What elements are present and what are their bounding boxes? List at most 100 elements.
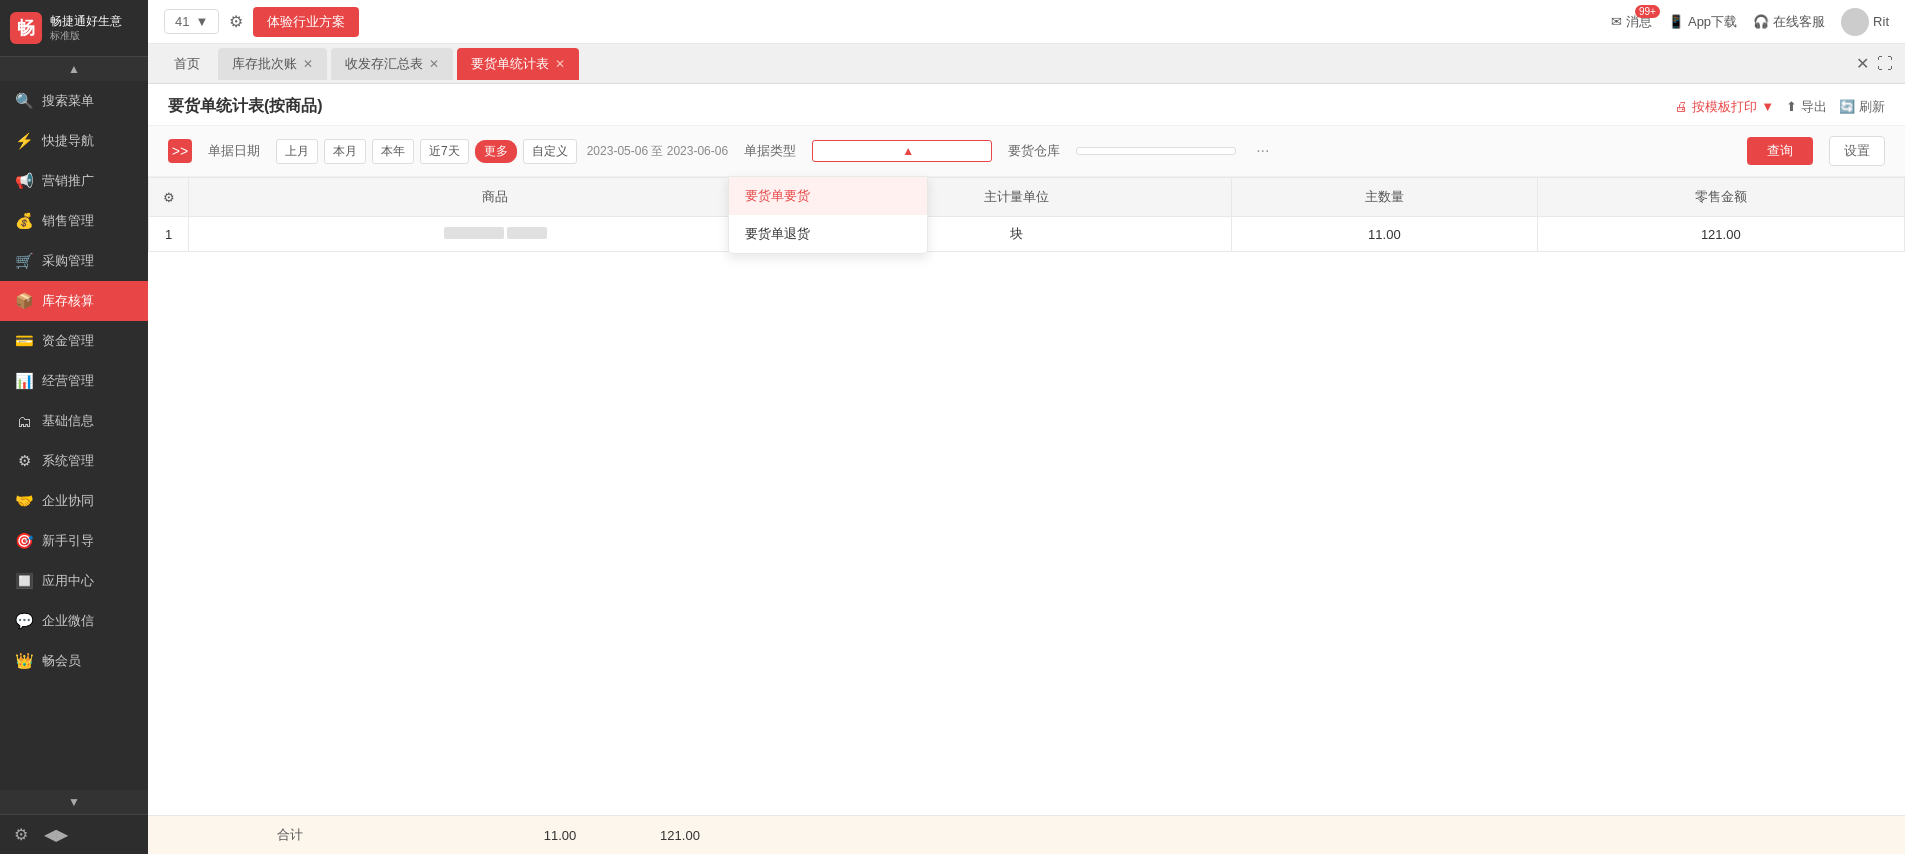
sidebar-item-member[interactable]: 👑 畅会员 [0,641,148,681]
logo-text: 畅捷通好生意 标准版 [50,13,122,44]
table-settings-col[interactable]: ⚙ [149,178,189,217]
scroll-down-btn[interactable]: ▼ [0,790,148,814]
query-btn[interactable]: 查询 [1747,137,1813,165]
refresh-btn[interactable]: 🔄 刷新 [1839,98,1885,116]
table-header-amount: 零售金额 [1537,178,1904,217]
phone-icon: 📱 [1668,14,1684,29]
type-dropdown: 要货单要货 要货单退货 [728,176,928,254]
dropdown-item-return[interactable]: 要货单退货 [729,215,927,253]
chevron-down-icon: ▼ [195,14,208,29]
table-header-quantity: 主数量 [1232,178,1537,217]
tab-goods-stats[interactable]: 要货单统计表 ✕ [457,48,579,80]
date-this-year-btn[interactable]: 本年 [372,139,414,164]
date-this-month-btn[interactable]: 本月 [324,139,366,164]
message-btn[interactable]: ✉ 消息 99+ [1611,13,1652,31]
tab-batch[interactable]: 库存批次账 ✕ [218,48,327,80]
tab-goods-stats-label: 要货单统计表 [471,55,549,73]
message-icon: ✉ [1611,14,1622,29]
printer-icon: 🖨 [1675,99,1688,114]
tab-summary[interactable]: 收发存汇总表 ✕ [331,48,453,80]
sidebar-item-label: 经营管理 [42,372,94,390]
tabs-right-actions: ✕ ⛶ [1856,54,1893,73]
table-footer: 合计 11.00 121.00 [148,815,1905,854]
warehouse-filter-input[interactable] [1076,147,1236,155]
money-icon: 💰 [14,211,34,231]
trial-btn[interactable]: 体验行业方案 [253,7,359,37]
sidebar-item-label: 采购管理 [42,252,94,270]
sidebar-item-inventory[interactable]: 📦 库存核算 [0,281,148,321]
user-avatar[interactable]: Rit [1841,8,1889,36]
export-btn[interactable]: ⬆ 导出 [1786,98,1827,116]
date-7days-btn[interactable]: 近7天 [420,139,469,164]
date-last-month-btn[interactable]: 上月 [276,139,318,164]
date-group: 上月 本月 本年 近7天 更多 自定义 2023-05-06 至 2023-06… [276,139,728,164]
dropdown-item-order[interactable]: 要货单要货 [729,177,927,215]
sidebar-item-guide[interactable]: 🎯 新手引导 [0,521,148,561]
lightning-icon: ⚡ [14,131,34,151]
collapse-icon[interactable]: ◀▶ [44,825,68,844]
sidebar-item-purchase[interactable]: 🛒 采购管理 [0,241,148,281]
box-icon: 📦 [14,291,34,311]
print-btn[interactable]: 🖨 按模板打印 ▼ [1675,98,1774,116]
sidebar-item-label: 库存核算 [42,292,94,310]
page-title: 要货单统计表(按商品) [168,96,323,117]
sidebar-item-label: 销售管理 [42,212,94,230]
date-more-btn[interactable]: 更多 [475,140,517,163]
chevron-right-icon: >> [172,143,188,159]
type-filter-input[interactable]: ▲ [812,140,992,162]
sidebar-item-enterprise[interactable]: 🤝 企业协同 [0,481,148,521]
sidebar-item-system[interactable]: ⚙ 系统管理 [0,441,148,481]
topbar-gear-icon[interactable]: ⚙ [229,12,243,31]
folder-icon: 🗂 [14,411,34,431]
topbar: 41 ▼ ⚙ 体验行业方案 ✉ 消息 99+ 📱 App下载 🎧 在线客服 R [148,0,1905,44]
online-service-label: 在线客服 [1773,13,1825,31]
sidebar-item-sales[interactable]: 💰 销售管理 [0,201,148,241]
grid-icon: 🔲 [14,571,34,591]
store-selector[interactable]: 41 ▼ [164,9,219,34]
sidebar-item-label: 新手引导 [42,532,94,550]
footer-total-label: 合计 [160,826,380,844]
filter-settings-btn[interactable]: 设置 [1829,136,1885,166]
main-area: 41 ▼ ⚙ 体验行业方案 ✉ 消息 99+ 📱 App下载 🎧 在线客服 R [148,0,1905,854]
settings-bottom-icon[interactable]: ⚙ [14,825,28,844]
sidebar-item-basic[interactable]: 🗂 基础信息 [0,401,148,441]
sidebar-item-label: 基础信息 [42,412,94,430]
chevron-up-icon: ▲ [902,144,983,158]
data-table: ⚙ 商品 主计量单位 主数量 零售金额 1 块 [148,177,1905,252]
close-icon[interactable]: ✕ [429,57,439,71]
expand-tabs-btn[interactable]: ⛶ [1877,55,1893,73]
close-all-btn[interactable]: ✕ [1856,54,1869,73]
logo-icon: 畅 [10,12,42,44]
filter-more-icon[interactable]: ··· [1256,142,1269,160]
sidebar-item-operations[interactable]: 📊 经营管理 [0,361,148,401]
sidebar-item-label: 企业协同 [42,492,94,510]
app-download-btn[interactable]: 📱 App下载 [1668,13,1737,31]
tab-home[interactable]: 首页 [160,48,214,80]
sidebar-item-quicknav[interactable]: ⚡ 快捷导航 [0,121,148,161]
sidebar-item-search[interactable]: 🔍 搜索菜单 [0,81,148,121]
sidebar-item-marketing[interactable]: 📢 营销推广 [0,161,148,201]
sidebar-bottom: ⚙ ◀▶ [0,814,148,854]
warehouse-filter-label: 要货仓库 [1008,142,1060,160]
sidebar-item-appstore[interactable]: 🔲 应用中心 [0,561,148,601]
sidebar-item-label: 营销推广 [42,172,94,190]
topbar-left: 41 ▼ ⚙ 体验行业方案 [164,7,1599,37]
date-custom-btn[interactable]: 自定义 [523,139,577,164]
close-icon[interactable]: ✕ [303,57,313,71]
online-service-btn[interactable]: 🎧 在线客服 [1753,13,1825,31]
handshake-icon: 🤝 [14,491,34,511]
sidebar-item-finance[interactable]: 💳 资金管理 [0,321,148,361]
target-icon: 🎯 [14,531,34,551]
message-badge: 99+ [1635,5,1660,18]
close-icon[interactable]: ✕ [555,57,565,71]
chevron-down-icon: ▼ [1761,99,1774,114]
scroll-up-btn[interactable]: ▲ [0,57,148,81]
sidebar-item-label: 搜索菜单 [42,92,94,110]
sidebar-item-wechat[interactable]: 💬 企业微信 [0,601,148,641]
type-filter-label: 单据类型 [744,142,796,160]
filter-expand-btn[interactable]: >> [168,139,192,163]
footer-quantity: 11.00 [500,828,620,843]
date-range-text: 2023-05-06 至 2023-06-06 [587,143,728,160]
product-placeholder [444,227,504,239]
sidebar-item-label: 企业微信 [42,612,94,630]
